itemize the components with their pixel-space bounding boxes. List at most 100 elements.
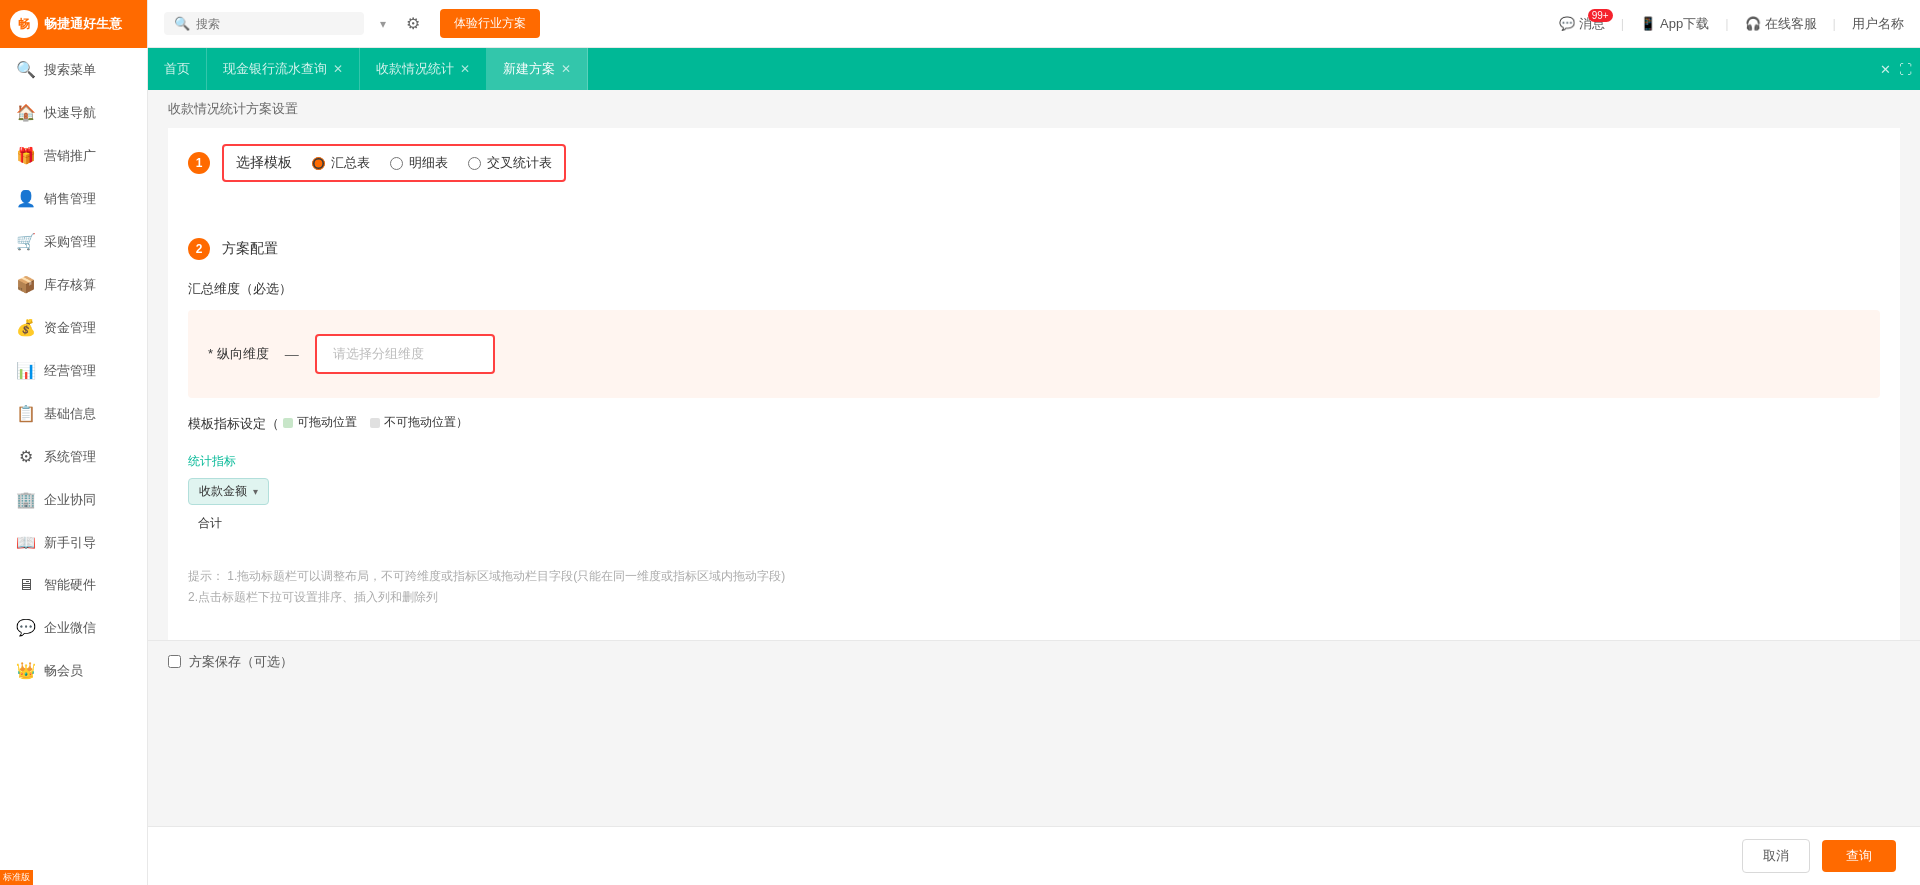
save-section: 方案保存（可选）	[148, 640, 1920, 683]
sidebar-item-label: 系统管理	[44, 448, 96, 466]
inventory-icon: 📦	[16, 275, 36, 294]
dimension-select[interactable]: 请选择分组维度	[315, 334, 495, 374]
vertical-label: * 纵向维度	[208, 345, 269, 363]
tab-bank-flow[interactable]: 现金银行流水查询 ✕	[207, 48, 360, 90]
tips-area: 提示： 1.拖动标题栏可以调整布局，不可跨维度或指标区域拖动栏目字段(只能在同一…	[188, 558, 1880, 620]
radio-cross-input[interactable]	[468, 157, 481, 170]
sidebar-item-wechat[interactable]: 💬 企业微信	[0, 606, 147, 649]
close-window-icon[interactable]: ✕	[1880, 62, 1891, 77]
service-label: 在线客服	[1765, 15, 1817, 33]
tabbar: 首页 现金银行流水查询 ✕ 收款情况统计 ✕ 新建方案 ✕ ✕ ⛶	[148, 48, 1920, 90]
sidebar-item-sales[interactable]: 👤 销售管理	[0, 177, 147, 220]
cancel-button[interactable]: 取消	[1742, 839, 1810, 873]
save-checkbox[interactable]	[168, 655, 181, 668]
step2-label: 方案配置	[222, 240, 278, 258]
sidebar-item-search-menu[interactable]: 🔍 搜索菜单	[0, 48, 147, 91]
tab-collection-stats[interactable]: 收款情况统计 ✕	[360, 48, 487, 90]
sidebar-logo: 畅 畅捷通好生意 标准版	[0, 0, 147, 48]
sidebar-item-label: 快速导航	[44, 104, 96, 122]
tab-close-icon[interactable]: ✕	[333, 62, 343, 76]
radio-summary-input[interactable]	[312, 157, 325, 170]
tip-2: 2.点击标题栏下拉可设置排序、插入列和删除列	[188, 589, 1880, 606]
metrics-sum: 合计	[188, 511, 1880, 536]
maximize-icon[interactable]: ⛶	[1899, 62, 1912, 77]
sidebar-item-label: 企业微信	[44, 619, 96, 637]
sidebar-item-label: 搜索菜单	[44, 61, 96, 79]
system-icon: ⚙	[16, 447, 36, 466]
radio-cross[interactable]: 交叉统计表	[468, 154, 552, 172]
gear-icon[interactable]: ⚙	[406, 14, 420, 33]
sidebar-item-label: 库存核算	[44, 276, 96, 294]
smart-hw-icon: 🖥	[16, 576, 36, 594]
tag-label: 收款金额	[199, 483, 247, 500]
sidebar-nav: 🔍 搜索菜单 🏠 快速导航 🎁 营销推广 👤 销售管理 🛒 采购管理 📦 库存核…	[0, 48, 147, 885]
version-tag: 标准版	[0, 870, 33, 885]
finance-icon: 💰	[16, 318, 36, 337]
download-icon: 📱	[1640, 16, 1656, 31]
tab-new-plan[interactable]: 新建方案 ✕	[487, 48, 588, 90]
radio-cross-label: 交叉统计表	[487, 154, 552, 172]
collection-amount-tag[interactable]: 收款金额 ▾	[188, 478, 269, 505]
query-button[interactable]: 查询	[1822, 840, 1896, 872]
page-content: 收款情况统计方案设置 1 选择模板 汇总表 明细表	[148, 90, 1920, 826]
sidebar-item-smart-hw[interactable]: 🖥 智能硬件	[0, 564, 147, 606]
sales-icon: 👤	[16, 189, 36, 208]
search-icon: 🔍	[174, 16, 190, 31]
tab-label: 首页	[164, 60, 190, 78]
footer-bar: 取消 查询	[148, 826, 1920, 885]
fixed-dot	[370, 418, 380, 428]
sidebar-item-label: 畅会员	[44, 662, 83, 680]
radio-detail-label: 明细表	[409, 154, 448, 172]
sidebar-item-label: 基础信息	[44, 405, 96, 423]
tab-home[interactable]: 首页	[148, 48, 207, 90]
trial-button[interactable]: 体验行业方案	[440, 9, 540, 38]
tag-dropdown-icon[interactable]: ▾	[253, 486, 258, 497]
user-name[interactable]: 用户名称	[1852, 15, 1904, 33]
sidebar-item-purchase[interactable]: 🛒 采购管理	[0, 220, 147, 263]
tab-close-icon[interactable]: ✕	[460, 62, 470, 76]
sidebar-item-quick-nav[interactable]: 🏠 快速导航	[0, 91, 147, 134]
fixed-legend: 不可拖动位置）	[370, 414, 468, 431]
search-input[interactable]	[196, 17, 336, 31]
radio-detail-input[interactable]	[390, 157, 403, 170]
tab-label: 现金银行流水查询	[223, 60, 327, 78]
sidebar-item-basic-info[interactable]: 📋 基础信息	[0, 392, 147, 435]
sidebar-item-system[interactable]: ⚙ 系统管理	[0, 435, 147, 478]
notification-count: 99+	[1588, 9, 1613, 22]
step1-label: 选择模板	[236, 154, 292, 172]
operation-icon: 📊	[16, 361, 36, 380]
logo-title: 畅捷通好生意	[44, 15, 122, 33]
tab-label: 新建方案	[503, 60, 555, 78]
sidebar-item-label: 销售管理	[44, 190, 96, 208]
tip-1: 提示： 1.拖动标题栏可以调整布局，不可跨维度或指标区域拖动栏目字段(只能在同一…	[188, 568, 1880, 585]
search-dropdown-icon[interactable]: ▾	[380, 17, 386, 31]
sidebar-item-marketing[interactable]: 🎁 营销推广	[0, 134, 147, 177]
service-button[interactable]: 🎧 在线客服	[1745, 15, 1817, 33]
sidebar-item-member[interactable]: 👑 畅会员	[0, 649, 147, 692]
metrics-title-text: 模板指标设定（	[188, 416, 279, 431]
sidebar-item-operation[interactable]: 📊 经营管理	[0, 349, 147, 392]
topbar-right: 💬 消息 99+ | 📱 App下载 | 🎧 在线客服 | 用户名称	[1559, 15, 1904, 33]
app-download-button[interactable]: 📱 App下载	[1640, 15, 1709, 33]
template-options-box: 选择模板 汇总表 明细表 交叉统计表	[222, 144, 566, 182]
purchase-icon: 🛒	[16, 232, 36, 251]
radio-summary[interactable]: 汇总表	[312, 154, 370, 172]
logo-icon: 畅	[10, 10, 38, 38]
radio-detail[interactable]: 明细表	[390, 154, 448, 172]
sidebar-item-label: 智能硬件	[44, 576, 96, 594]
sidebar-item-guide[interactable]: 📖 新手引导	[0, 521, 147, 564]
message-icon: 💬	[1559, 16, 1575, 31]
sidebar-item-label: 企业协同	[44, 491, 96, 509]
movable-label: 可拖动位置	[297, 414, 357, 431]
notification-button[interactable]: 💬 消息 99+	[1559, 15, 1605, 33]
search-box[interactable]: 🔍	[164, 12, 364, 35]
sidebar-item-inventory[interactable]: 📦 库存核算	[0, 263, 147, 306]
metrics-group-label: 统计指标	[188, 453, 1880, 470]
arrow-icon: —	[285, 346, 299, 362]
quick-nav-icon: 🏠	[16, 103, 36, 122]
metrics-tag-row: 收款金额 ▾	[188, 478, 1880, 505]
sidebar-item-finance[interactable]: 💰 资金管理	[0, 306, 147, 349]
guide-icon: 📖	[16, 533, 36, 552]
tab-close-icon[interactable]: ✕	[561, 62, 571, 76]
sidebar-item-enterprise[interactable]: 🏢 企业协同	[0, 478, 147, 521]
